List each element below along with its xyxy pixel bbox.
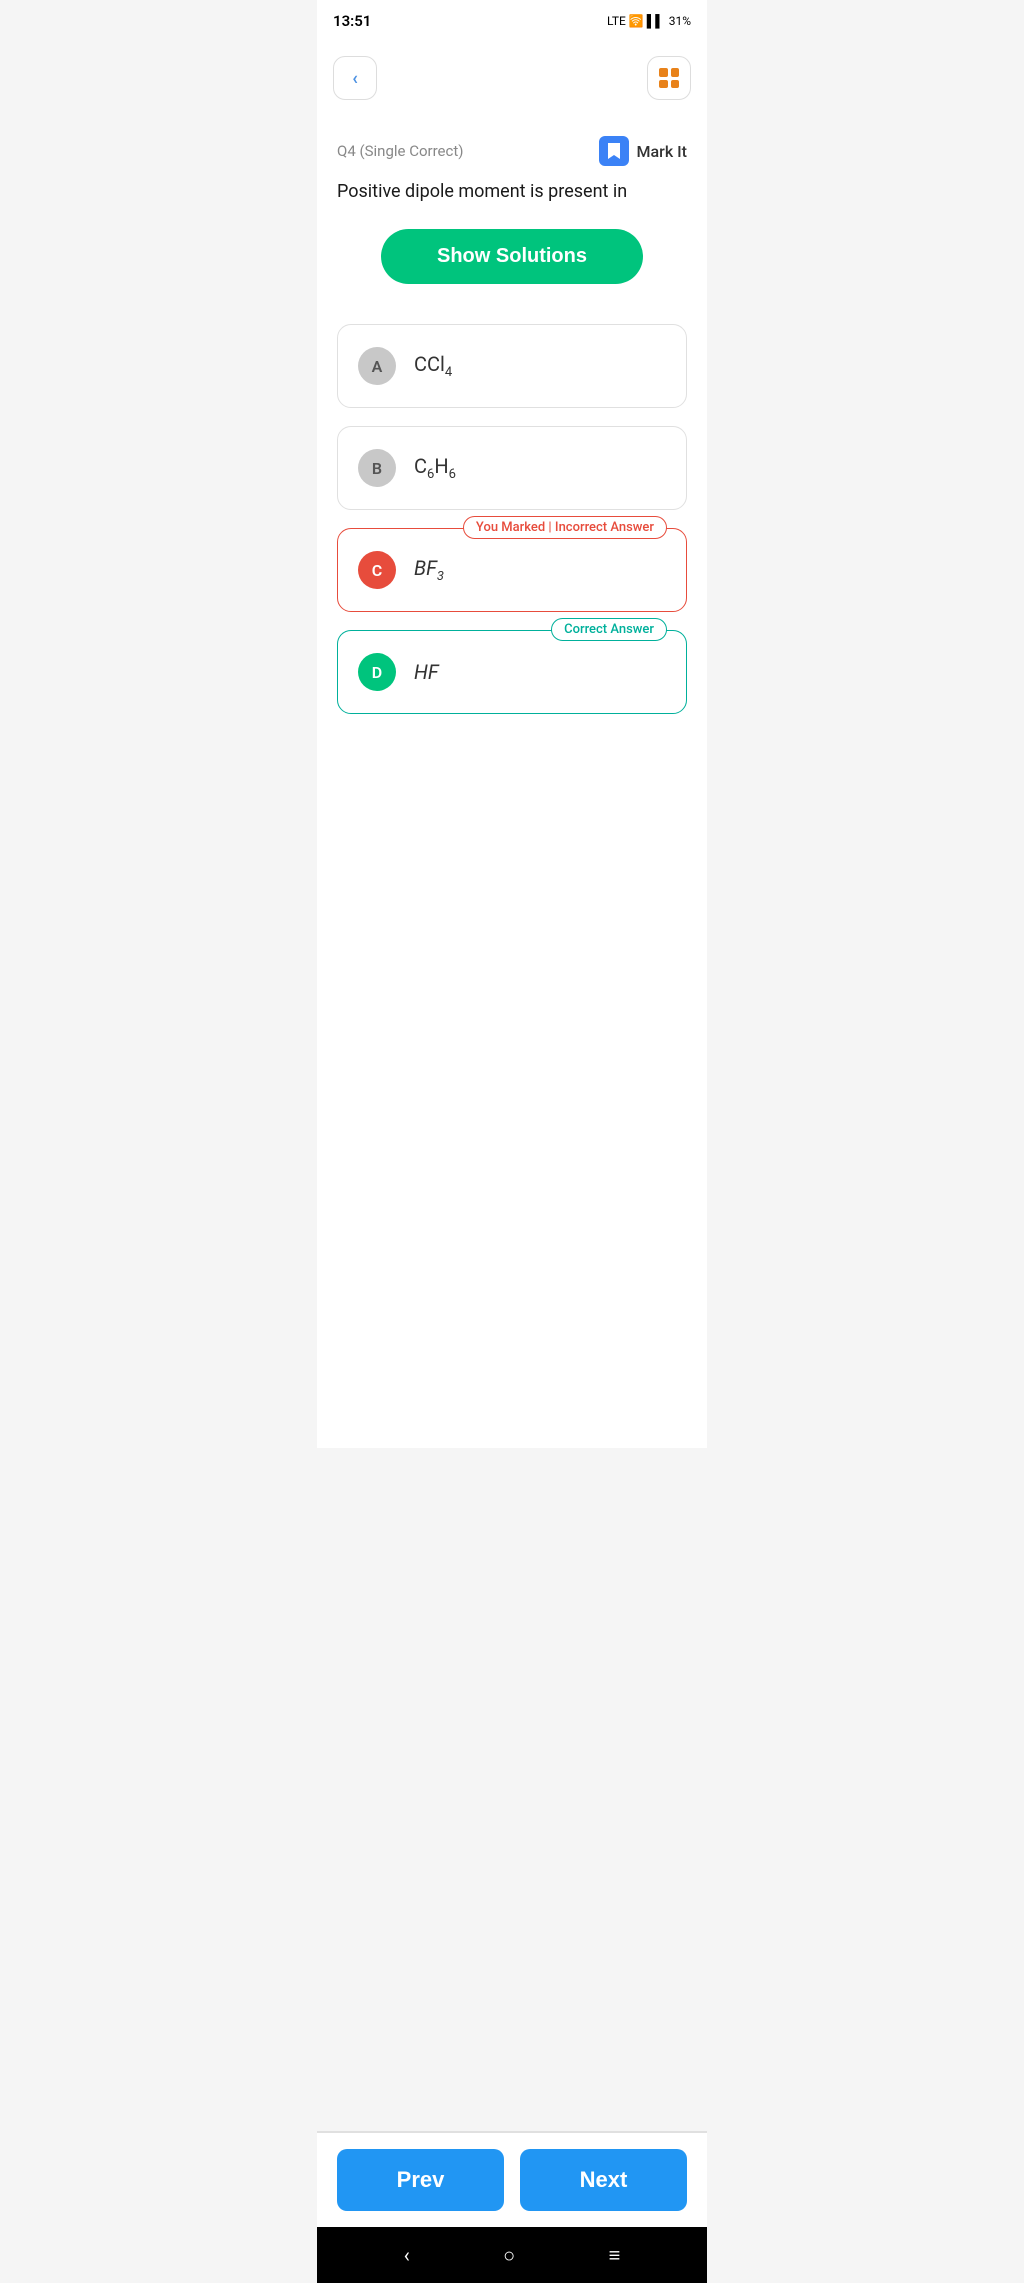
show-solutions-button[interactable]: Show Solutions [381, 229, 644, 284]
mark-it-button[interactable]: Mark It [599, 136, 687, 166]
grid-cell-3 [659, 80, 668, 89]
option-d-card[interactable]: D HF [337, 630, 687, 714]
mark-it-label: Mark It [637, 142, 687, 161]
grid-cell-4 [671, 80, 680, 89]
android-home-button[interactable]: ○ [487, 2235, 531, 2276]
option-a-circle: A [358, 347, 396, 385]
option-d-text: HF [414, 660, 439, 684]
prev-button[interactable]: Prev [337, 2149, 504, 2211]
status-icons: LTE 🛜 ▌▌ 31% [607, 14, 691, 28]
battery-indicator: 31% [669, 14, 691, 28]
question-label: Q4 (Single Correct) [337, 142, 463, 160]
grid-cell-1 [659, 68, 668, 77]
bookmark-icon [599, 136, 629, 166]
option-b-circle: B [358, 449, 396, 487]
option-b-card[interactable]: B C6H6 [337, 426, 687, 510]
question-text: Positive dipole moment is present in [337, 178, 687, 205]
option-a-wrapper: A CCl4 [337, 324, 687, 408]
main-content: Q4 (Single Correct) Mark It Positive dip… [317, 116, 707, 1448]
android-nav-bar: ‹ ○ ≡ [317, 2227, 707, 2283]
android-menu-button[interactable]: ≡ [593, 2235, 637, 2276]
option-c-wrapper: You Marked | Incorrect Answer C BF3 [337, 528, 687, 612]
option-a-card[interactable]: A CCl4 [337, 324, 687, 408]
option-b-wrapper: B C6H6 [337, 426, 687, 510]
back-chevron-icon: ‹ [352, 68, 358, 89]
grid-icon [659, 68, 679, 88]
option-c-card[interactable]: C BF3 [337, 528, 687, 612]
grid-button[interactable] [647, 56, 691, 100]
option-c-circle: C [358, 551, 396, 589]
grid-cell-2 [671, 68, 680, 77]
bottom-nav: Prev Next [317, 2132, 707, 2227]
incorrect-badge: You Marked | Incorrect Answer [463, 516, 667, 539]
option-d-wrapper: Correct Answer D HF [337, 630, 687, 714]
option-d-circle: D [358, 653, 396, 691]
option-c-text: BF3 [414, 556, 444, 584]
correct-badge: Correct Answer [551, 618, 667, 641]
signal-icons: LTE 🛜 ▌▌ [607, 14, 664, 28]
option-a-text: CCl4 [414, 352, 452, 380]
back-button[interactable]: ‹ [333, 56, 377, 100]
options-container: A CCl4 B C6H6 You Marked | Incorrect Ans… [337, 324, 687, 714]
question-meta: Q4 (Single Correct) Mark It [337, 116, 687, 178]
option-b-text: C6H6 [414, 454, 456, 482]
status-time: 13:51 [333, 12, 371, 30]
next-button[interactable]: Next [520, 2149, 687, 2211]
android-back-button[interactable]: ‹ [388, 2235, 426, 2275]
status-bar: 13:51 LTE 🛜 ▌▌ 31% [317, 0, 707, 40]
header-nav: ‹ [317, 40, 707, 116]
